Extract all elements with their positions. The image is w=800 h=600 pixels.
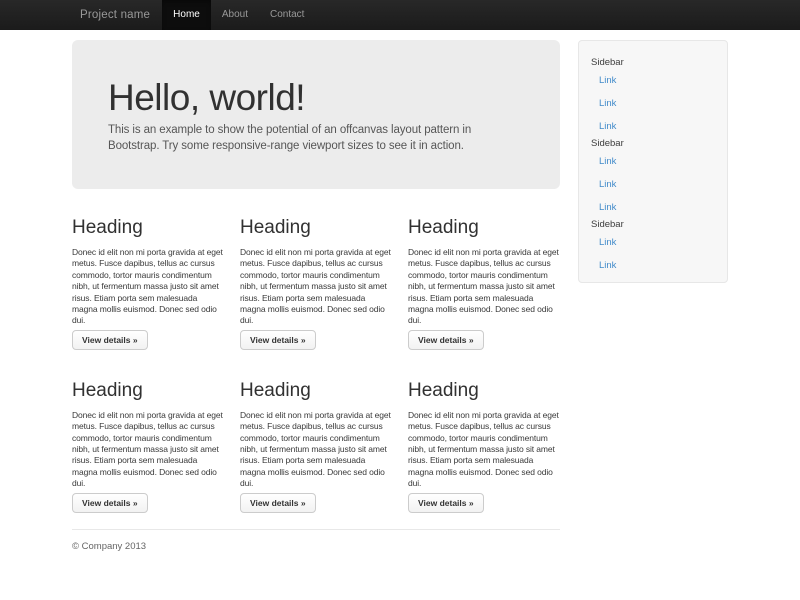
nav-item-home[interactable]: Home bbox=[162, 0, 211, 30]
card-body: Donec id elit non mi porta gravida at eg… bbox=[408, 410, 560, 490]
card-heading: Heading bbox=[72, 217, 224, 239]
footer-copyright: © Company 2013 bbox=[72, 541, 560, 552]
card: Heading Donec id elit non mi porta gravid… bbox=[408, 380, 560, 513]
navbar: Project name HomeAboutContact bbox=[0, 0, 800, 30]
card-heading: Heading bbox=[72, 380, 224, 402]
card: Heading Donec id elit non mi porta gravid… bbox=[408, 217, 560, 350]
sidebar-group-title: Sidebar bbox=[591, 57, 715, 69]
jumbotron-body: This is an example to show the potential… bbox=[108, 123, 522, 154]
card-heading: Heading bbox=[240, 380, 392, 402]
jumbotron: Hello, world! This is an example to show… bbox=[72, 40, 560, 189]
view-details-button[interactable]: View details » bbox=[72, 330, 148, 350]
sidebar-link[interactable]: Link bbox=[599, 72, 715, 95]
navbar-menu: HomeAboutContact bbox=[162, 0, 315, 30]
card-body: Donec id elit non mi porta gravida at eg… bbox=[408, 247, 560, 327]
sidebar-group-title: Sidebar bbox=[591, 138, 715, 150]
sidebar-link[interactable]: Link bbox=[599, 257, 715, 280]
card-heading: Heading bbox=[240, 217, 392, 239]
navbar-brand[interactable]: Project name bbox=[80, 0, 162, 30]
main-column: Hello, world! This is an example to show… bbox=[72, 40, 560, 592]
sidebar: SidebarLinkLinkLinkSidebarLinkLinkLinkSi… bbox=[578, 40, 728, 283]
card-body: Donec id elit non mi porta gravida at eg… bbox=[72, 410, 224, 490]
view-details-button[interactable]: View details » bbox=[408, 330, 484, 350]
sidebar-link[interactable]: Link bbox=[599, 153, 715, 176]
footer: © Company 2013 bbox=[72, 529, 560, 592]
nav-item-about[interactable]: About bbox=[211, 0, 259, 30]
view-details-button[interactable]: View details » bbox=[72, 493, 148, 513]
card-heading: Heading bbox=[408, 380, 560, 402]
card-body: Donec id elit non mi porta gravida at eg… bbox=[72, 247, 224, 327]
navbar-inner: Project name HomeAboutContact bbox=[72, 0, 728, 30]
card-body: Donec id elit non mi porta gravida at eg… bbox=[240, 247, 392, 327]
card: Heading Donec id elit non mi porta gravid… bbox=[72, 217, 224, 350]
card-heading: Heading bbox=[408, 217, 560, 239]
nav-item-contact[interactable]: Contact bbox=[259, 0, 315, 30]
view-details-button[interactable]: View details » bbox=[240, 493, 316, 513]
sidebar-group-title: Sidebar bbox=[591, 219, 715, 231]
sidebar-link[interactable]: Link bbox=[599, 234, 715, 257]
card: Heading Donec id elit non mi porta gravid… bbox=[240, 380, 392, 513]
sidebar-link[interactable]: Link bbox=[599, 95, 715, 118]
view-details-button[interactable]: View details » bbox=[240, 330, 316, 350]
content-row: Hello, world! This is an example to show… bbox=[72, 40, 728, 592]
sidebar-link[interactable]: Link bbox=[599, 176, 715, 199]
card: Heading Donec id elit non mi porta gravid… bbox=[240, 217, 392, 350]
card: Heading Donec id elit non mi porta gravid… bbox=[72, 380, 224, 513]
page-container: Hello, world! This is an example to show… bbox=[72, 40, 728, 592]
cards-grid: Heading Donec id elit non mi porta gravid… bbox=[72, 217, 560, 513]
jumbotron-title: Hello, world! bbox=[108, 77, 524, 119]
view-details-button[interactable]: View details » bbox=[408, 493, 484, 513]
card-body: Donec id elit non mi porta gravida at eg… bbox=[240, 410, 392, 490]
